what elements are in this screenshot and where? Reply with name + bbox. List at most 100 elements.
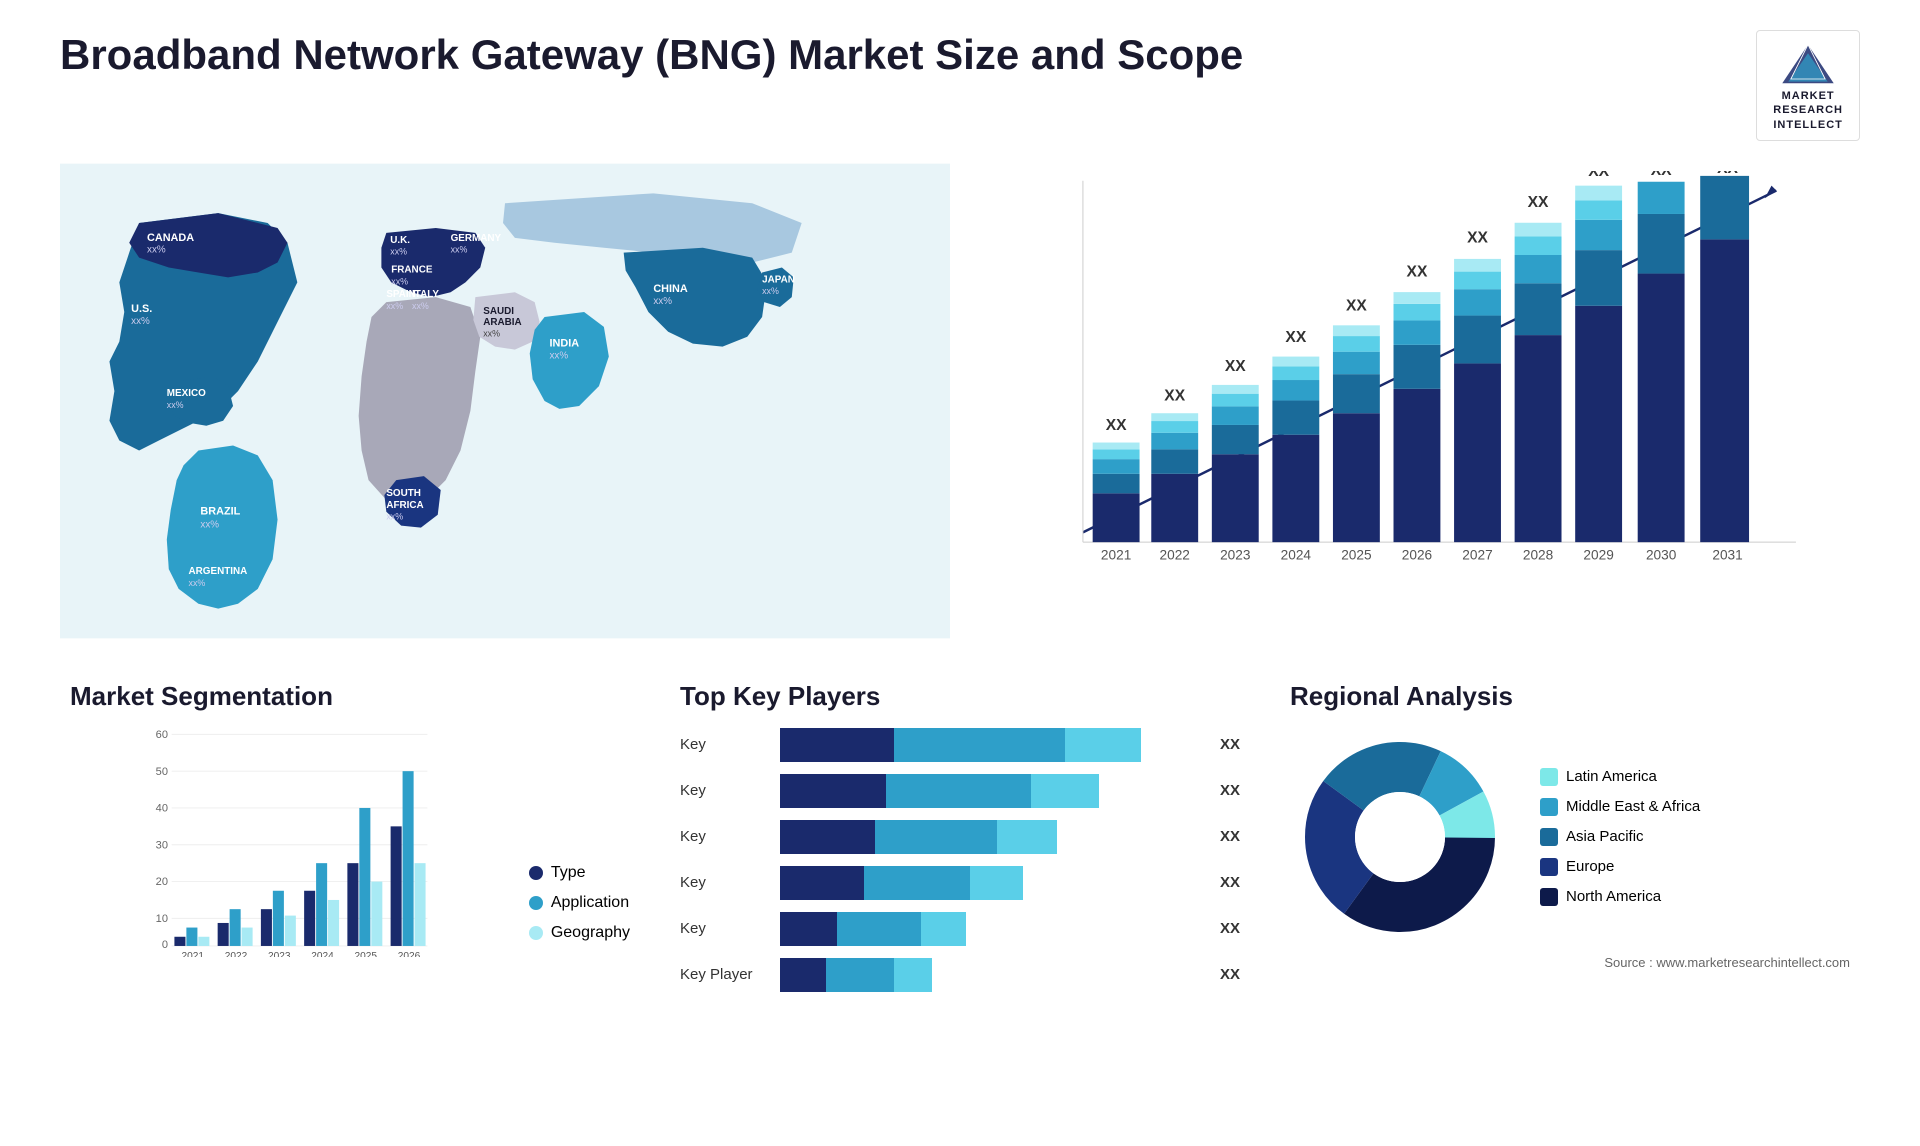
bar-segment-3-0 [780, 866, 864, 900]
svg-text:30: 30 [156, 839, 168, 851]
europe-color [1540, 858, 1558, 876]
bar-segment-5-1 [826, 958, 894, 992]
legend-northamerica: North America [1540, 888, 1700, 906]
logo-icon [1778, 39, 1838, 89]
germany-value: xx% [451, 245, 468, 255]
player-value-4: XX [1220, 920, 1240, 937]
bar-2031-label: XX [1717, 171, 1738, 177]
players-bars: KeyXXKeyXXKeyXXKeyXXKeyXXKey PlayerXX [680, 727, 1240, 993]
france-value: xx% [391, 276, 408, 286]
bar-2022-seg5 [1151, 413, 1198, 421]
saudi-value: xx% [483, 329, 500, 339]
player-label-5: Key Player [680, 966, 770, 983]
page-container: Broadband Network Gateway (BNG) Market S… [0, 0, 1920, 1033]
bar-2023-seg5 [1212, 385, 1259, 394]
player-value-0: XX [1220, 736, 1240, 753]
player-bar-container-0 [780, 727, 1202, 763]
bar-2026-seg1 [1394, 389, 1441, 542]
player-label-3: Key [680, 874, 770, 891]
bar-2029-seg3 [1575, 220, 1622, 250]
china-value: xx% [653, 296, 672, 307]
asia-color [1540, 828, 1558, 846]
player-bar-inner-0 [780, 728, 1141, 762]
year-2024: 2024 [1281, 548, 1312, 563]
bar-2027-seg2 [1454, 315, 1501, 363]
bar-segment-4-2 [921, 912, 967, 946]
bar-segment-1-0 [780, 774, 886, 808]
bar-2026-seg2 [1394, 345, 1441, 389]
uk-value: xx% [390, 247, 407, 257]
canada-label: CANADA [147, 232, 194, 244]
bar-2028-seg1 [1515, 335, 1562, 542]
seg-chart: 60 50 40 30 20 10 0 [70, 727, 509, 962]
svg-text:10: 10 [156, 913, 168, 925]
type-label: Type [551, 864, 586, 882]
player-bar-inner-2 [780, 820, 1057, 854]
bar-2025-seg5 [1333, 325, 1380, 336]
bar-2030-seg3 [1638, 182, 1685, 214]
legend-latin: Latin America [1540, 768, 1700, 786]
latin-color [1540, 768, 1558, 786]
players-section: Top Key Players KeyXXKeyXXKeyXXKeyXXKeyX… [670, 671, 1250, 1013]
southafrica-label2: AFRICA [386, 500, 423, 511]
player-label-1: Key [680, 782, 770, 799]
bar-chart-container: XX 2021 XX 2022 XX [990, 171, 1840, 591]
player-bar-inner-1 [780, 774, 1099, 808]
bar-segment-0-1 [894, 728, 1065, 762]
bar-2024-seg4 [1272, 366, 1319, 380]
bar-chart-section: XX 2021 XX 2022 XX [970, 161, 1860, 641]
bar-2027-seg1 [1454, 363, 1501, 542]
bar-2029-label: XX [1588, 171, 1609, 180]
year-2026: 2026 [1402, 548, 1432, 563]
player-value-1: XX [1220, 782, 1240, 799]
svg-text:20: 20 [156, 876, 168, 888]
seg-chart-svg: 60 50 40 30 20 10 0 [70, 727, 509, 957]
player-bar-inner-5 [780, 958, 932, 992]
bar-2030-seg1 [1638, 273, 1685, 542]
india-label: INDIA [550, 338, 580, 350]
bar-2027-seg5 [1454, 259, 1501, 272]
bar-2023-label: XX [1225, 358, 1246, 375]
bar-2026-seg4 [1394, 304, 1441, 321]
geography-label: Geography [551, 924, 630, 942]
bar-2026-label: XX [1407, 263, 1428, 280]
application-dot [529, 896, 543, 910]
logo: MARKET RESEARCH INTELLECT [1756, 30, 1860, 141]
legend-asia: Asia Pacific [1540, 828, 1700, 846]
bar-2021-seg5 [1093, 442, 1140, 449]
main-grid: CANADA xx% U.S. xx% MEXICO xx% BRAZIL xx… [60, 161, 1860, 661]
bar-2023-seg4 [1212, 394, 1259, 407]
bar-2026-seg3 [1394, 320, 1441, 344]
year-2023: 2023 [1220, 548, 1250, 563]
legend-mea: Middle East & Africa [1540, 798, 1700, 816]
spain-value: xx% [386, 301, 403, 311]
player-label-4: Key [680, 920, 770, 937]
year-2031: 2031 [1712, 548, 1742, 563]
bar-segment-1-2 [1031, 774, 1099, 808]
page-title: Broadband Network Gateway (BNG) Market S… [60, 30, 1243, 80]
germany-label: GERMANY [451, 233, 502, 244]
donut-container: Latin America Middle East & Africa Asia … [1290, 727, 1850, 947]
asia-label: Asia Pacific [1566, 828, 1644, 845]
bar-2028-seg3 [1515, 255, 1562, 283]
donut-legend: Latin America Middle East & Africa Asia … [1540, 768, 1700, 906]
bar-chart-svg: XX 2021 XX 2022 XX [990, 171, 1840, 591]
bar-2021-seg3 [1093, 459, 1140, 474]
year-2028: 2028 [1523, 548, 1553, 563]
svg-text:2022: 2022 [225, 951, 248, 957]
bar-2022-seg1 [1151, 474, 1198, 542]
bar-segment-5-2 [894, 958, 932, 992]
bar-segment-4-0 [780, 912, 837, 946]
application-label: Application [551, 894, 629, 912]
legend-europe: Europe [1540, 858, 1700, 876]
bar-2023-seg3 [1212, 406, 1259, 425]
uk-label: U.K. [390, 235, 410, 246]
saudi-label2: ARABIA [483, 317, 521, 328]
latin-label: Latin America [1566, 768, 1657, 785]
player-value-3: XX [1220, 874, 1240, 891]
legend-application: Application [529, 894, 630, 912]
bar-2023-seg1 [1212, 454, 1259, 542]
year-2021: 2021 [1101, 548, 1131, 563]
type-dot [529, 866, 543, 880]
bar-2025-seg2 [1333, 374, 1380, 413]
